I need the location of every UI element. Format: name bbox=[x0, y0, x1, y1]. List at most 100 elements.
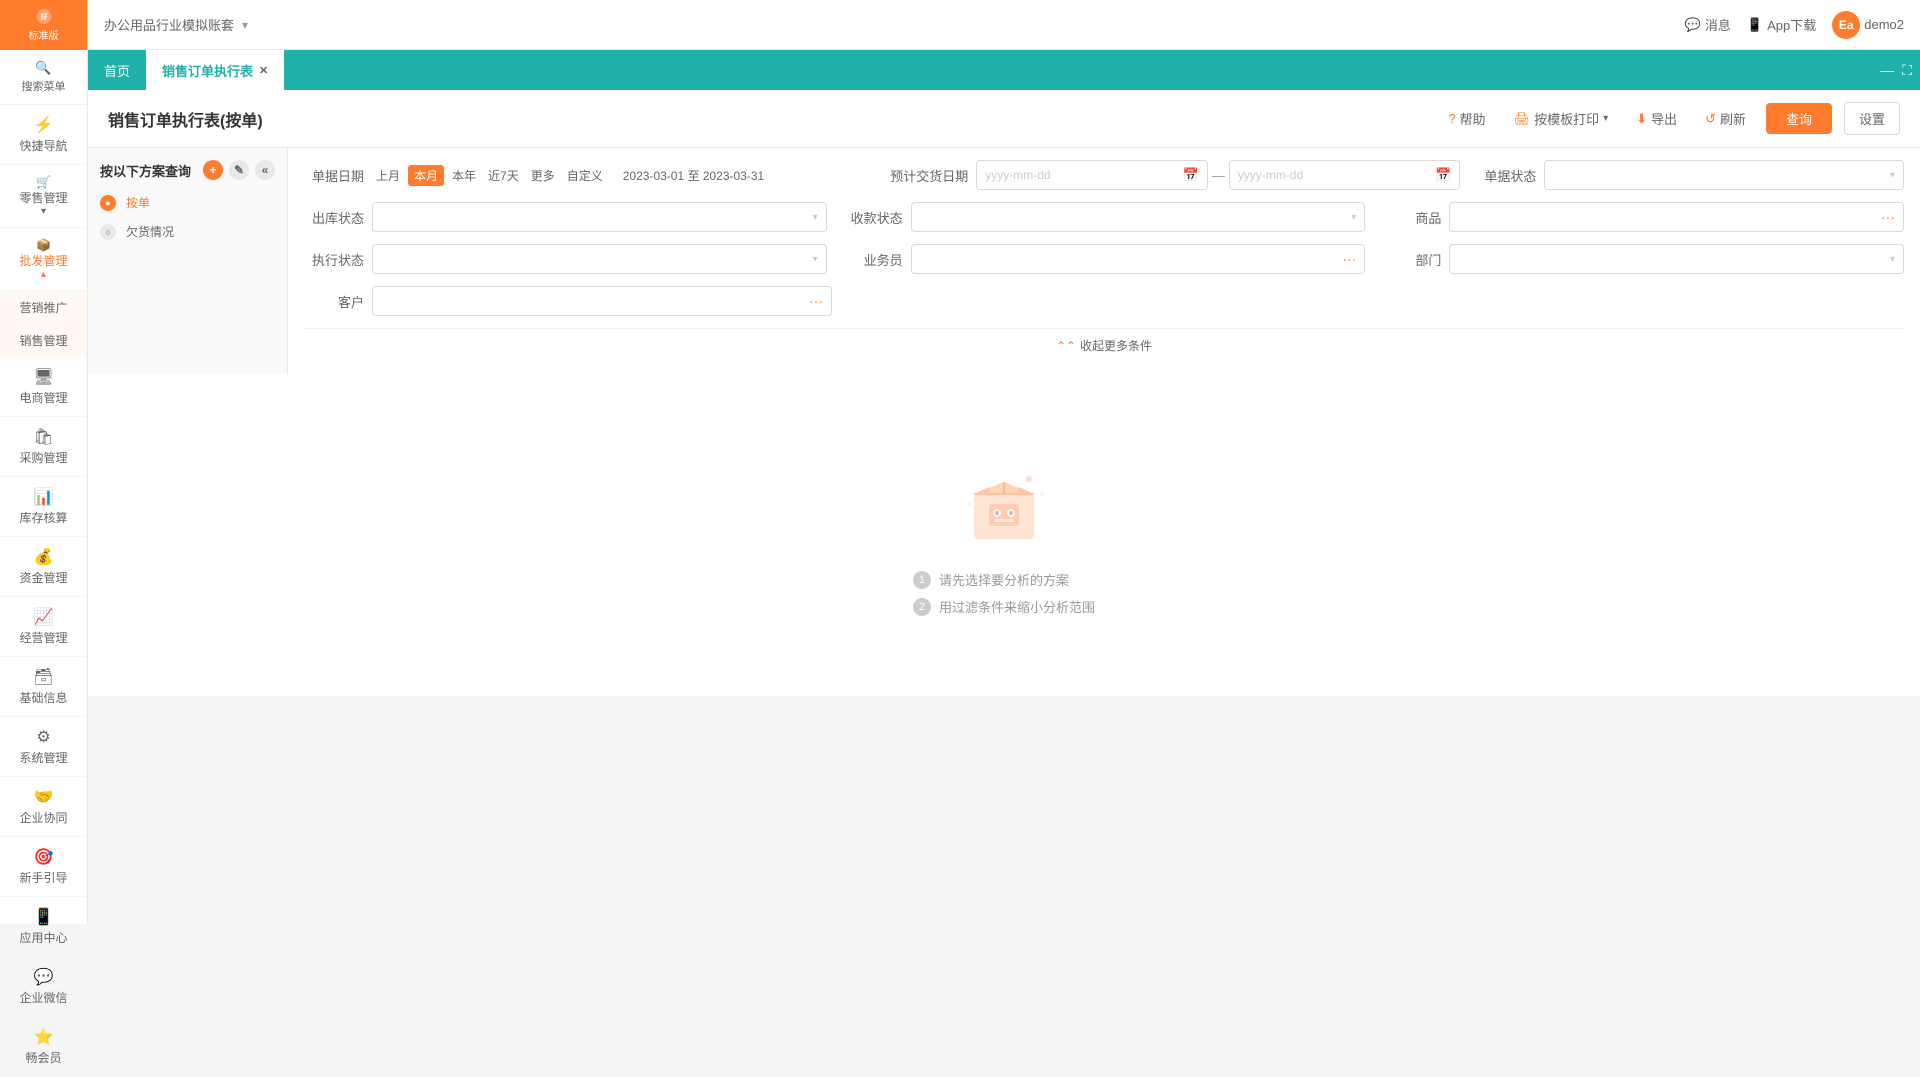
print-btn[interactable]: 🖨 按模板打印 ▾ bbox=[1506, 105, 1617, 132]
purchase-label: 采购管理 bbox=[19, 449, 67, 466]
query-button[interactable]: 查询 bbox=[1766, 103, 1832, 134]
empty-hint: 1 请先选择要分析的方案 2 用过滤条件来缩小分析范围 bbox=[913, 570, 1095, 616]
print-arrow: ▾ bbox=[1603, 113, 1608, 124]
ecommerce-icon: 🖥 bbox=[33, 367, 53, 387]
retail-label: 零售管理 bbox=[19, 189, 67, 206]
customer-dots[interactable]: ··· bbox=[809, 293, 823, 309]
filter-row-1: 单据日期 上月 本月 本年 近7天 更多 自定义 2023-03-01 至 20… bbox=[304, 160, 1904, 190]
print-label: 按模板打印 bbox=[1534, 109, 1599, 128]
sidebar-item-newbie[interactable]: 🎯 新手引导 bbox=[0, 837, 87, 897]
payment-status-input[interactable]: ▾ bbox=[911, 202, 1366, 232]
sidebar-item-ecommerce[interactable]: 🖥 电商管理 bbox=[0, 357, 87, 417]
date-tab-上月[interactable]: 上月 bbox=[372, 165, 404, 186]
app-download-label: App下载 bbox=[1767, 15, 1816, 34]
tab-home[interactable]: 首页 bbox=[88, 50, 146, 90]
content-area: 销售订单执行表(按单) ? 帮助 🖨 按模板打印 ▾ ⬇ 导出 ↺ 刷新 bbox=[88, 90, 1920, 924]
settings-button[interactable]: 设置 bbox=[1844, 102, 1900, 135]
newbie-label: 新手引导 bbox=[19, 869, 67, 886]
search-icon: 🔍 bbox=[35, 60, 51, 76]
tab-maximize-btn[interactable]: ⛶ bbox=[1902, 62, 1912, 79]
message-btn[interactable]: 💬 消息 bbox=[1685, 15, 1731, 34]
topbar-arrow[interactable]: ▾ bbox=[242, 18, 248, 32]
scheme-欠货情况-label: 欠货情况 bbox=[126, 223, 174, 240]
user-menu[interactable]: Ea demo2 bbox=[1832, 11, 1904, 39]
collapse-scheme-btn[interactable]: « bbox=[255, 160, 275, 180]
salesperson-input[interactable]: ··· bbox=[911, 244, 1366, 274]
scheme-header-label: 按以下方案查询 bbox=[100, 161, 191, 180]
sidebar-search[interactable]: 🔍 搜索菜单 bbox=[0, 50, 87, 105]
sidebar-item-sales[interactable]: 销售管理 bbox=[0, 324, 87, 357]
sidebar-item-system[interactable]: ⚙ 系统管理 bbox=[0, 717, 87, 777]
expected-date-from-input[interactable]: yyyy-mm-dd 📅 bbox=[976, 160, 1208, 190]
main-area: 办公用品行业模拟账套 ▾ 💬 消息 📱 App下载 Ea demo2 首页 bbox=[88, 0, 1920, 924]
help-icon: ? bbox=[1448, 111, 1455, 126]
date-tab-近7天[interactable]: 近7天 bbox=[484, 165, 523, 186]
tab-sales-exec[interactable]: 销售订单执行表 ✕ bbox=[146, 50, 284, 90]
exec-status-input[interactable]: ▾ bbox=[372, 244, 827, 274]
app-download-btn[interactable]: 📱 App下载 bbox=[1747, 15, 1816, 34]
enterprise-icon: 🤝 bbox=[34, 787, 54, 807]
page-header: 销售订单执行表(按单) ? 帮助 🖨 按模板打印 ▾ ⬇ 导出 ↺ 刷新 bbox=[88, 90, 1920, 148]
sidebar-item-operation[interactable]: 📈 经营管理 bbox=[0, 597, 87, 657]
username: demo2 bbox=[1864, 17, 1904, 32]
add-scheme-btn[interactable]: + bbox=[203, 160, 223, 180]
expected-date-field: 预计交货日期 yyyy-mm-dd 📅 — yyyy-mm-dd 📅 bbox=[890, 160, 1460, 190]
calendar-to-icon: 📅 bbox=[1435, 167, 1451, 183]
scheme-item-按单[interactable]: ● 按单 bbox=[88, 188, 287, 217]
delivery-status-input[interactable]: ▾ bbox=[372, 202, 827, 232]
sidebar-item-quick-nav[interactable]: ⚡ 快捷导航 bbox=[0, 105, 87, 165]
tab-minimize-btn[interactable]: — bbox=[1880, 62, 1894, 79]
tab-close-btn[interactable]: ✕ bbox=[259, 64, 268, 77]
sidebar-search-label: 搜索菜单 bbox=[22, 78, 66, 94]
sidebar-item-basic[interactable]: 🗃 基础信息 bbox=[0, 657, 87, 717]
doc-status-arrow: ▾ bbox=[1890, 170, 1895, 181]
sidebar-item-wholesale[interactable]: 📦 批发管理 ▴ bbox=[0, 228, 87, 291]
scheme-按单-label: 按单 bbox=[126, 194, 150, 211]
sidebar-logo: 好 标准版 bbox=[0, 0, 87, 50]
dept-input[interactable]: ▾ bbox=[1449, 244, 1904, 274]
sidebar-item-purchase[interactable]: 🛍 采购管理 bbox=[0, 417, 87, 477]
sidebar-item-wechat[interactable]: 💬 企业微信 bbox=[0, 957, 87, 1017]
sidebar-item-retail[interactable]: 🛒 零售管理 ▾ bbox=[0, 165, 87, 228]
collapse-label: 收起更多条件 bbox=[1080, 337, 1152, 354]
sidebar-item-apps[interactable]: 📱 应用中心 bbox=[0, 897, 87, 957]
date-range-text: 2023-03-01 至 2023-03-31 bbox=[623, 167, 764, 184]
date-tab-更多[interactable]: 更多 bbox=[527, 165, 559, 186]
topbar-left: 办公用品行业模拟账套 ▾ bbox=[104, 15, 248, 34]
empty-illustration bbox=[954, 454, 1054, 554]
avatar: Ea bbox=[1832, 11, 1860, 39]
refresh-label: 刷新 bbox=[1720, 109, 1746, 128]
date-tab-自定义[interactable]: 自定义 bbox=[563, 165, 607, 186]
delivery-status-field: 出库状态 ▾ bbox=[304, 202, 827, 232]
sidebar-item-finance[interactable]: 💰 资金管理 bbox=[0, 537, 87, 597]
help-btn[interactable]: ? 帮助 bbox=[1440, 105, 1493, 132]
hint-num-2: 2 bbox=[913, 598, 931, 616]
sidebar-item-vip[interactable]: ⭐ 畅会员 bbox=[0, 1017, 87, 1077]
doc-status-input[interactable]: ▾ bbox=[1544, 160, 1904, 190]
sidebar-item-inventory[interactable]: 📊 库存核算 bbox=[0, 477, 87, 537]
scheme-item-欠货情况[interactable]: ○ 欠货情况 bbox=[88, 217, 287, 246]
expected-from-placeholder: yyyy-mm-dd bbox=[985, 168, 1050, 182]
goods-field: 商品 ··· bbox=[1381, 202, 1904, 232]
sidebar-item-marketing[interactable]: 营销推广 bbox=[0, 291, 87, 324]
date-tab-本月[interactable]: 本月 bbox=[408, 165, 444, 186]
date-field: 单据日期 上月 本月 本年 近7天 更多 自定义 2023-03-01 至 20… bbox=[304, 165, 874, 186]
scheme-按单-icon: ● bbox=[100, 195, 116, 211]
salesperson-dots[interactable]: ··· bbox=[1342, 251, 1356, 267]
export-btn[interactable]: ⬇ 导出 bbox=[1628, 105, 1685, 132]
expected-date-to-input[interactable]: yyyy-mm-dd 📅 bbox=[1229, 160, 1461, 190]
edit-scheme-btn[interactable]: ✎ bbox=[229, 160, 249, 180]
wechat-label: 企业微信 bbox=[19, 989, 67, 1006]
filter-fields: 单据日期 上月 本月 本年 近7天 更多 自定义 2023-03-01 至 20… bbox=[288, 148, 1920, 374]
page-actions: ? 帮助 🖨 按模板打印 ▾ ⬇ 导出 ↺ 刷新 查询 设置 bbox=[1440, 102, 1900, 135]
refresh-btn[interactable]: ↺ 刷新 bbox=[1697, 105, 1754, 132]
wechat-icon: 💬 bbox=[34, 967, 54, 987]
date-tab-本年[interactable]: 本年 bbox=[448, 165, 480, 186]
sidebar-item-enterprise[interactable]: 🤝 企业协同 bbox=[0, 777, 87, 837]
goods-input[interactable]: ··· bbox=[1449, 202, 1904, 232]
filter-row-3: 执行状态 ▾ 业务员 ··· bbox=[304, 244, 1904, 274]
customer-input[interactable]: ··· bbox=[372, 286, 832, 316]
date-label: 单据日期 bbox=[304, 166, 364, 185]
goods-dots[interactable]: ··· bbox=[1881, 209, 1895, 225]
collapse-more-btn[interactable]: ⌃⌃ 收起更多条件 bbox=[304, 328, 1904, 362]
